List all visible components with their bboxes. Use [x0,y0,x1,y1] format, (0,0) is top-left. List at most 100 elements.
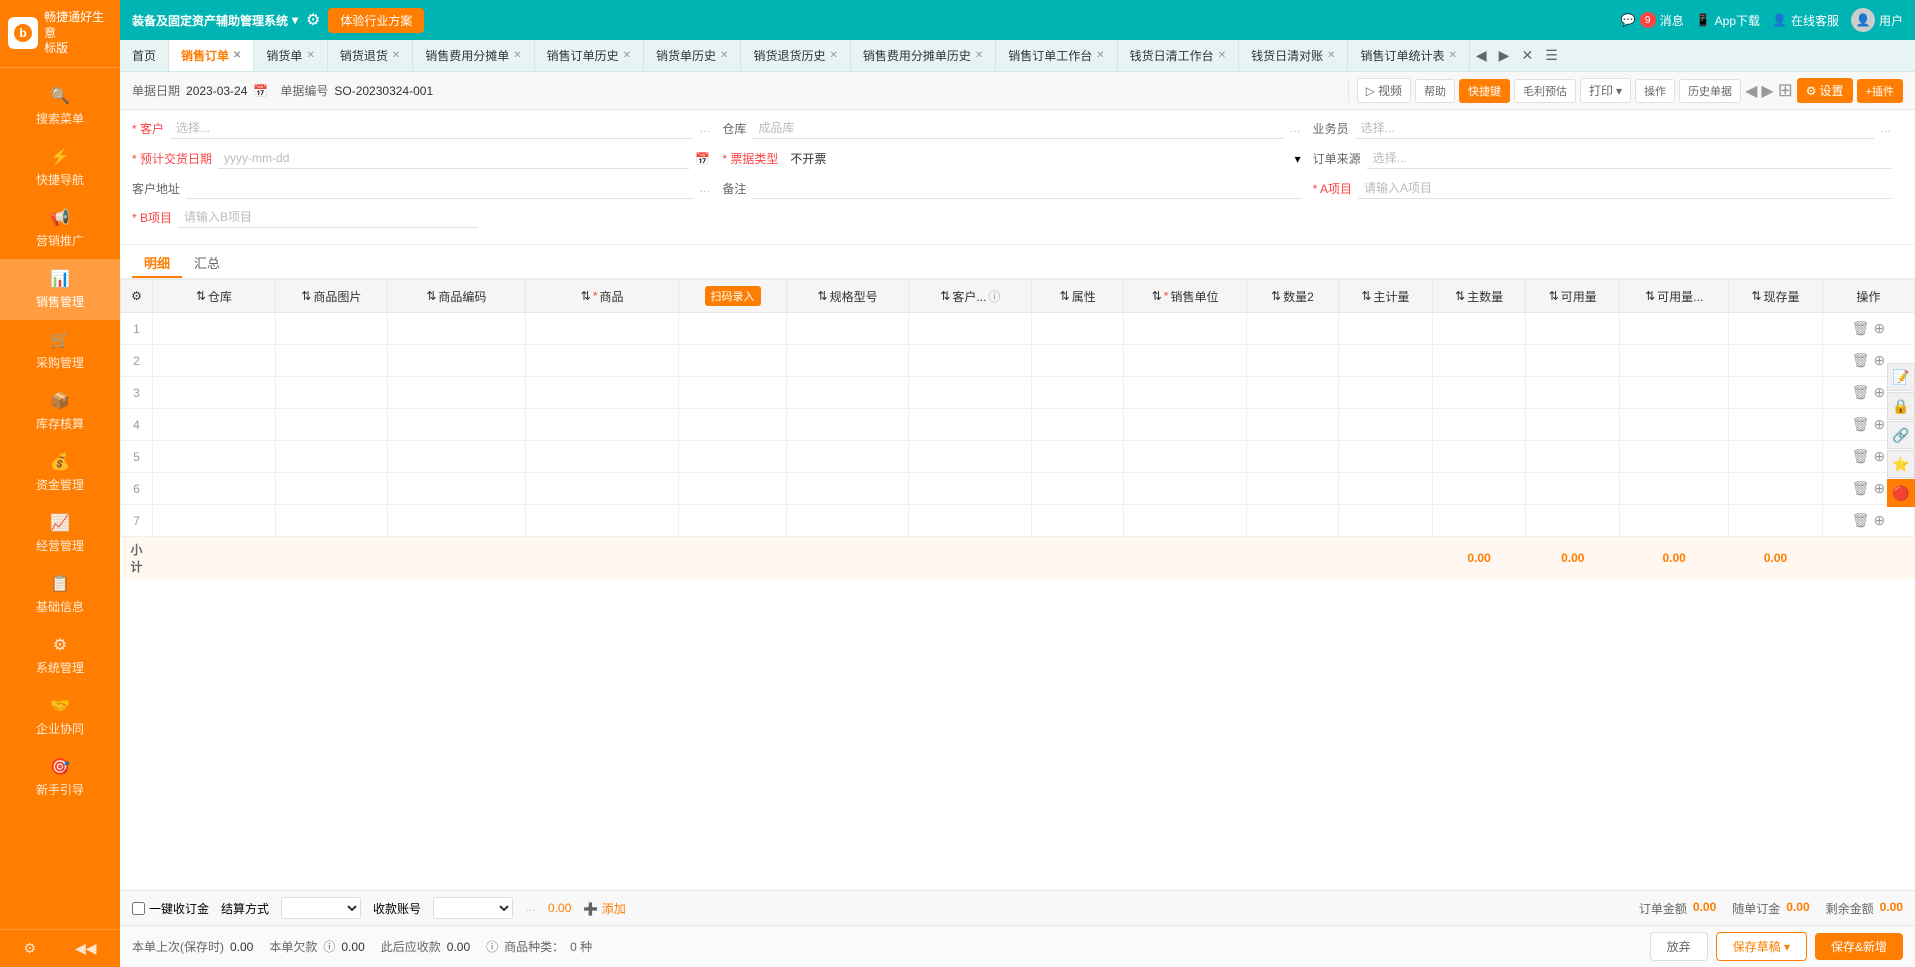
cell-product-3[interactable] [525,409,678,441]
tab-close-11[interactable]: ✕ [1327,50,1335,61]
detail-tab-汇总[interactable]: 汇总 [182,249,232,278]
sidebar-item-基础信息[interactable]: 📋基础信息 [0,564,120,625]
cell-main_unit-4[interactable] [1339,441,1433,473]
cell-main_qty-1[interactable] [1432,345,1526,377]
cell-stock-4[interactable] [1729,441,1823,473]
cell-qty2-3[interactable] [1246,409,1338,441]
topbar-settings-icon[interactable]: ⚙ [306,10,320,30]
cell-scan-4[interactable] [679,441,786,473]
cell-spec-5[interactable] [786,473,909,505]
cell-product-2[interactable] [525,377,678,409]
cell-warehouse-2[interactable] [153,377,276,409]
cell-product-1[interactable] [525,345,678,377]
th-avail2-sort-icon[interactable]: ⇅ [1645,289,1655,303]
goods-type-icon[interactable]: ⓘ [486,938,498,955]
tab-close-2[interactable]: ✕ [306,50,314,61]
cell-code-0[interactable] [387,313,525,345]
cell-spec-4[interactable] [786,441,909,473]
cell-stock-2[interactable] [1729,377,1823,409]
th-img-sort-icon[interactable]: ⇅ [301,289,311,303]
th-qty2-sort-icon[interactable]: ⇅ [1271,289,1281,303]
sidebar-item-新手引导[interactable]: 🎯新手引导 [0,747,120,808]
tab-销售订单历史[interactable]: 销售订单历史✕ [535,40,644,71]
discard-button[interactable]: 放弃 [1650,932,1708,961]
delivery-calendar-icon[interactable]: 📅 [695,152,710,166]
tab-close-4[interactable]: ✕ [513,50,521,61]
plan-button[interactable]: 体验行业方案 [328,8,424,33]
staff-input[interactable] [1355,118,1874,139]
cell-scan-0[interactable] [679,313,786,345]
sidebar-item-系统管理[interactable]: ⚙系统管理 [0,625,120,686]
cell-unit-2[interactable] [1124,377,1247,409]
one-click-checkbox[interactable]: 一键收订金 [132,900,209,917]
delete-icon-3[interactable]: 🗑 [1852,416,1870,433]
cell-scan-5[interactable] [679,473,786,505]
delete-icon-1[interactable]: 🗑 [1852,352,1870,369]
cell-stock-3[interactable] [1729,409,1823,441]
cell-main_qty-2[interactable] [1432,377,1526,409]
cell-unit-0[interactable] [1124,313,1247,345]
float-active-btn[interactable]: 🔴 [1887,479,1915,507]
bank-more-btn[interactable]: … [525,902,536,914]
tab-钱货日清工作台[interactable]: 钱货日清工作台✕ [1118,40,1239,71]
cell-unit-4[interactable] [1124,441,1247,473]
tab-销售费用分摊单历史[interactable]: 销售费用分摊单历史✕ [851,40,996,71]
cell-attr-2[interactable] [1032,377,1124,409]
cell-main_unit-0[interactable] [1339,313,1433,345]
cell-stock-5[interactable] [1729,473,1823,505]
cell-avail-0[interactable] [1526,313,1620,345]
cell-spec-2[interactable] [786,377,909,409]
delete-icon-2[interactable]: 🗑 [1852,384,1870,401]
cell-avail-4[interactable] [1526,441,1620,473]
cell-qty2-2[interactable] [1246,377,1338,409]
cell-attr-0[interactable] [1032,313,1124,345]
cell-code-5[interactable] [387,473,525,505]
cell-scan-1[interactable] [679,345,786,377]
th-main-unit-sort-icon[interactable]: ⇅ [1361,289,1371,303]
cell-main_qty-5[interactable] [1432,473,1526,505]
tab-next-btn[interactable]: ▶ [1493,47,1516,64]
th-code-sort-icon[interactable]: ⇅ [426,289,436,303]
tab-close-1[interactable]: ✕ [233,50,241,61]
cell-attr-1[interactable] [1032,345,1124,377]
sidebar-item-库存核算[interactable]: 📦库存核算 [0,381,120,442]
sidebar-item-快捷导航[interactable]: ⚡快捷导航 [0,137,120,198]
th-spec-sort-icon[interactable]: ⇅ [818,289,828,303]
message-button[interactable]: 💬 9 消息 [1621,12,1684,29]
ticket-type-value[interactable]: 不开票 [784,147,1288,170]
cell-scan-3[interactable] [679,409,786,441]
cell-code-3[interactable] [387,409,525,441]
cell-qty2-1[interactable] [1246,345,1338,377]
print-btn[interactable]: 打印 ▾ [1580,78,1631,103]
cell-spec-0[interactable] [786,313,909,345]
scan-btn[interactable]: 扫码录入 [705,286,761,306]
cell-img-5[interactable] [275,473,387,505]
cell-avail-3[interactable] [1526,409,1620,441]
bank-select[interactable] [433,897,513,919]
system-title[interactable]: 装备及固定资产辅助管理系统 ▾ [132,12,298,29]
warehouse-more-btn[interactable]: … [1290,123,1301,135]
cell-customer_code-4[interactable] [909,441,1032,473]
cell-main_qty-6[interactable] [1432,505,1526,537]
float-lock-btn[interactable]: 🔒 [1887,392,1915,420]
history-btn[interactable]: 历史单据 [1679,79,1741,103]
cell-main_qty-0[interactable] [1432,313,1526,345]
cell-product-5[interactable] [525,473,678,505]
copy-icon-5[interactable]: ⊕ [1873,480,1885,497]
th-attr-sort-icon[interactable]: ⇅ [1060,289,1070,303]
view-video-btn[interactable]: ▷ 视频 [1357,78,1411,103]
cell-customer_code-0[interactable] [909,313,1032,345]
tab-close-5[interactable]: ✕ [623,50,631,61]
th-warehouse-sort-icon[interactable]: ⇅ [196,289,206,303]
sidebar-item-经营管理[interactable]: 📈经营管理 [0,503,120,564]
save-draft-dropdown-icon[interactable]: ▾ [1784,940,1790,954]
th-stock-sort-icon[interactable]: ⇅ [1751,289,1761,303]
cell-avail-5[interactable] [1526,473,1620,505]
cell-scan-2[interactable] [679,377,786,409]
th-settings[interactable]: ⚙ [121,280,153,313]
add-payment-btn[interactable]: ➕ 添加 [583,900,625,917]
cell-warehouse-5[interactable] [153,473,276,505]
save-draft-button[interactable]: 保存草稿 ▾ [1716,932,1807,961]
tab-销售订单统计表[interactable]: 销售订单统计表✕ [1348,40,1469,71]
tab-close-9[interactable]: ✕ [1096,50,1104,61]
